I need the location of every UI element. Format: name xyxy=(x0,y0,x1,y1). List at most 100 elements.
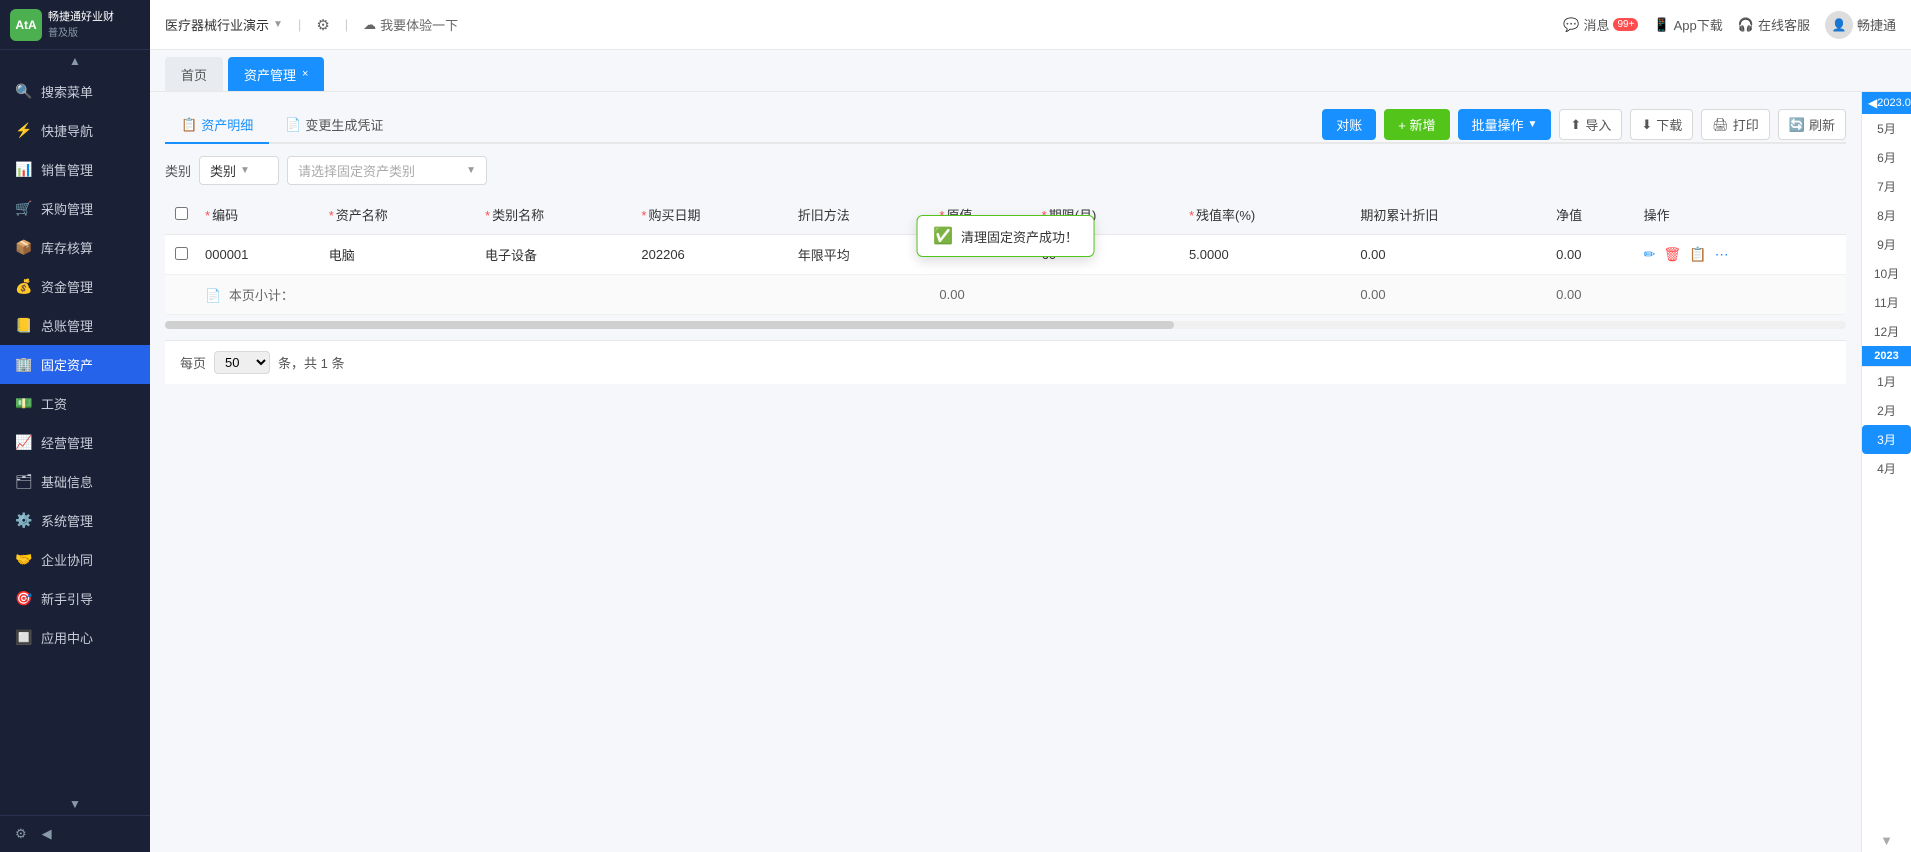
account-btn[interactable]: 对账 xyxy=(1322,109,1376,140)
sidebar-item-base[interactable]: 🗂 基础信息 xyxy=(0,462,150,501)
more-icon[interactable]: ⋯ xyxy=(1715,246,1729,263)
sales-icon: 📊 xyxy=(15,161,33,178)
total-label: 条，共 1 条 xyxy=(278,353,344,372)
username: 畅捷通 xyxy=(1857,15,1896,34)
refresh-icon: 🔄 xyxy=(1789,117,1805,133)
topbar-separator: | xyxy=(298,17,301,32)
edit-icon[interactable]: ✏ xyxy=(1644,246,1656,263)
experience-btn[interactable]: ☁ 我要体验一下 xyxy=(363,15,458,34)
per-page-select[interactable]: 50 10 20 100 xyxy=(214,351,270,374)
settings-gear-icon[interactable]: ⚙ xyxy=(316,16,329,34)
print-btn[interactable]: 🖨 打印 xyxy=(1701,109,1770,140)
category-search-input[interactable]: 请选择固定资产类别 ▼ xyxy=(287,156,487,185)
sidebar-item-purchase[interactable]: 🛒 采购管理 xyxy=(0,189,150,228)
cal-month-10[interactable]: 10月 xyxy=(1862,259,1911,288)
cloud-icon: ☁ xyxy=(363,17,376,33)
tab-home[interactable]: 首页 xyxy=(165,57,223,91)
row-checkbox[interactable] xyxy=(175,247,188,260)
cal-month-8[interactable]: 8月 xyxy=(1862,201,1911,230)
sidebar-item-system[interactable]: ⚙️ 系统管理 xyxy=(0,501,150,540)
online-service-btn[interactable]: 🎧 在线客服 xyxy=(1738,15,1810,34)
cal-month-2023-1[interactable]: 1月 xyxy=(1862,367,1911,396)
search-icon: 🔍 xyxy=(15,83,33,100)
main-toolbar: 对账 + 新增 批量操作 ▼ ⬆ 导入 ⬇ 下载 xyxy=(1322,107,1846,142)
refresh-btn[interactable]: 🔄 刷新 xyxy=(1778,109,1846,140)
new-label: + 新增 xyxy=(1398,115,1435,134)
sidebar-item-fixed[interactable]: 🏢 固定资产 xyxy=(0,345,150,384)
messages-label: 消息 xyxy=(1583,15,1609,34)
success-icon: ✅ xyxy=(933,226,953,246)
app-download-btn[interactable]: 📱 App下载 xyxy=(1653,15,1722,34)
print-icon: 🖨 xyxy=(1712,117,1729,133)
sidebar-item-sales[interactable]: 📊 销售管理 xyxy=(0,150,150,189)
sidebar-item-quicknav[interactable]: ⚡ 快捷导航 xyxy=(0,111,150,150)
horizontal-scrollbar[interactable] xyxy=(165,321,1846,329)
select-all-checkbox[interactable] xyxy=(175,207,188,220)
cal-month-7[interactable]: 7月 xyxy=(1862,172,1911,201)
sidebar-item-guide[interactable]: 🎯 新手引导 xyxy=(0,579,150,618)
sidebar-scroll-up[interactable]: ▲ xyxy=(0,50,150,72)
pagination: 每页 50 10 20 100 条，共 1 条 xyxy=(165,340,1846,384)
th-checkbox xyxy=(165,195,197,235)
download-icon2: ⬇ xyxy=(1641,117,1652,133)
cal-month-2023-4[interactable]: 4月 xyxy=(1862,454,1911,483)
download-btn[interactable]: ⬇ 下载 xyxy=(1630,109,1693,140)
company-dropdown-icon: ▼ xyxy=(273,19,283,30)
app-logo: AtA 畅捷通好业财 普及版 xyxy=(0,0,150,50)
cal-month-9[interactable]: 9月 xyxy=(1862,230,1911,259)
delete-icon[interactable]: 🗑 xyxy=(1663,246,1681,263)
sidebar-item-salary[interactable]: 💵 工资 xyxy=(0,384,150,423)
tab-close-icon[interactable]: × xyxy=(302,68,308,80)
account-label: 对账 xyxy=(1336,115,1362,134)
system-icon: ⚙️ xyxy=(15,512,33,529)
right-panel-year-label: 2023.03 xyxy=(1877,97,1911,109)
new-btn[interactable]: + 新增 xyxy=(1384,109,1449,140)
sidebar-item-apps[interactable]: 🔲 应用中心 xyxy=(0,618,150,657)
sidebar-item-ledger[interactable]: 📒 总账管理 xyxy=(0,306,150,345)
subtab-change-voucher[interactable]: 📄 变更生成凭证 xyxy=(269,107,399,144)
logo-icon: AtA xyxy=(10,9,42,41)
content-area: 📋 资产明细 📄 变更生成凭证 对账 + 新增 批量操作 xyxy=(150,92,1911,852)
collapse-icon[interactable]: ◀ xyxy=(42,826,52,842)
settings-icon[interactable]: ⚙ xyxy=(15,826,27,842)
cal-month-5[interactable]: 5月 xyxy=(1862,114,1911,143)
calendar-down-btn[interactable]: ▼ xyxy=(1862,829,1911,852)
subtab-asset-detail-label: 资产明细 xyxy=(201,115,253,134)
sidebar-item-enterprise[interactable]: 🤝 企业协同 xyxy=(0,540,150,579)
cal-month-6[interactable]: 6月 xyxy=(1862,143,1911,172)
category-type-select[interactable]: 类别 ▼ xyxy=(199,156,279,185)
app-download-label: App下载 xyxy=(1674,15,1723,34)
cal-month-2023-2[interactable]: 2月 xyxy=(1862,396,1911,425)
cal-year-2023: 2023 xyxy=(1862,346,1911,367)
sidebar-item-finance[interactable]: 💰 资金管理 xyxy=(0,267,150,306)
cal-month-2023-3[interactable]: 3月 xyxy=(1862,425,1911,454)
finance-icon: 💰 xyxy=(15,278,33,295)
messages-btn[interactable]: 💬 消息 99+ xyxy=(1563,15,1638,34)
cal-month-11[interactable]: 11月 xyxy=(1862,288,1911,317)
tab-home-label: 首页 xyxy=(181,65,207,84)
row-net-value: 0.00 xyxy=(1548,235,1636,275)
subtab-asset-detail[interactable]: 📋 资产明细 xyxy=(165,107,269,144)
success-toast: ✅ 清理固定资产成功！ xyxy=(916,215,1095,257)
cal-month-12[interactable]: 12月 xyxy=(1862,317,1911,346)
sidebar-item-search[interactable]: 🔍 搜索菜单 xyxy=(0,72,150,111)
right-panel: ◀ 2023.03 ▶ 5月 6月 7月 8月 9月 10月 11月 12月 2… xyxy=(1861,92,1911,852)
subtotal-empty4 xyxy=(1636,275,1846,315)
copy-icon[interactable]: 📋 xyxy=(1689,246,1706,263)
user-profile[interactable]: 👤 畅捷通 xyxy=(1825,11,1896,39)
import-btn[interactable]: ⬆ 导入 xyxy=(1559,109,1622,140)
ledger-icon: 📒 xyxy=(15,317,33,334)
row-checkbox-cell xyxy=(165,235,197,275)
company-selector[interactable]: 医疗器械行业演示 ▼ xyxy=(165,15,283,34)
calendar-down-icon: ▼ xyxy=(1880,833,1893,848)
batch-btn[interactable]: 批量操作 ▼ xyxy=(1458,109,1552,140)
sidebar-item-inventory[interactable]: 📦 库存核算 xyxy=(0,228,150,267)
right-panel-collapse-icon[interactable]: ◀ xyxy=(1868,96,1877,110)
tab-asset-mgmt[interactable]: 资产管理 × xyxy=(228,57,324,91)
sidebar-item-label: 经营管理 xyxy=(41,433,93,452)
th-depreciation-method: 折旧方法 xyxy=(790,195,932,235)
th-category: *类别名称 xyxy=(477,195,633,235)
sidebar-item-label: 企业协同 xyxy=(41,550,93,569)
sidebar-item-operations[interactable]: 📈 经营管理 xyxy=(0,423,150,462)
sidebar-scroll-down[interactable]: ▼ xyxy=(0,793,150,815)
